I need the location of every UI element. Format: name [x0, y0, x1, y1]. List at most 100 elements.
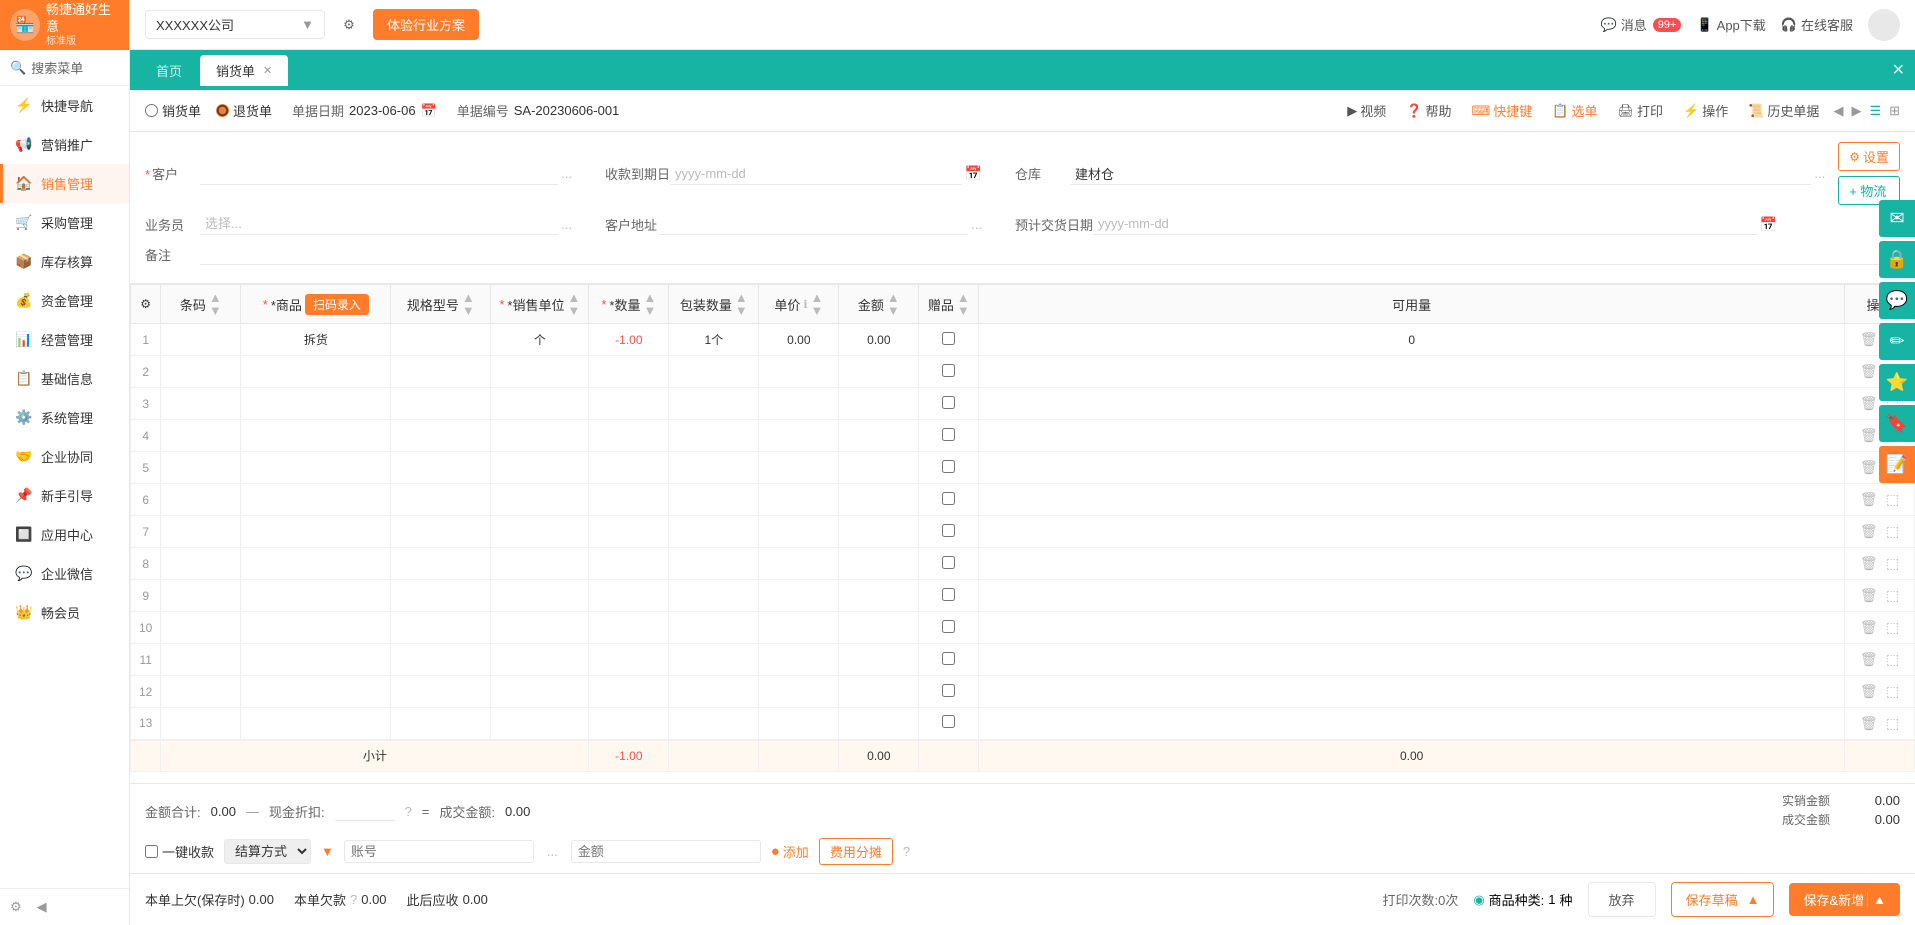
radio-return[interactable]: 退货单 — [216, 101, 272, 120]
fee-split-btn[interactable]: 费用分摊 — [819, 838, 893, 865]
gift-checkbox[interactable] — [942, 396, 955, 409]
save-new-btn[interactable]: 保存&新增 ▲ — [1789, 883, 1900, 916]
float-bookmark-btn[interactable]: 🔖 — [1879, 405, 1915, 442]
sidebar-item-system[interactable]: ⚙️ 系统管理 — [0, 398, 129, 437]
copy-row-icon[interactable]: ⬚ — [1886, 619, 1899, 635]
delete-row-icon[interactable]: 🗑 — [1860, 683, 1878, 699]
sidebar-collapse-icon[interactable]: ◀ — [37, 899, 47, 915]
expected-delivery-input[interactable] — [1093, 213, 1757, 235]
view-list-icon[interactable]: ☰ — [1869, 103, 1881, 119]
th-amount[interactable]: 金额▲▼ — [839, 285, 919, 324]
sidebar-settings-icon[interactable]: ⚙ — [10, 899, 22, 915]
delete-row-icon[interactable]: 🗑 — [1860, 651, 1878, 667]
abandon-btn[interactable]: 放弃 — [1588, 882, 1656, 917]
calc-method-select[interactable]: 结算方式 — [224, 839, 311, 864]
settings-action-btn[interactable]: ⚙ 设置 — [1838, 142, 1900, 171]
sidebar-item-marketing[interactable]: 📢 营销推广 — [0, 125, 129, 164]
due-date-input[interactable] — [670, 163, 962, 185]
tab-close-icon[interactable]: ✕ — [263, 64, 272, 77]
th-qty[interactable]: **数量▲▼ — [589, 285, 669, 324]
copy-row-icon[interactable]: ⬚ — [1886, 587, 1899, 603]
gift-checkbox[interactable] — [942, 556, 955, 569]
app-download-btn[interactable]: 📱 App下载 — [1696, 15, 1765, 34]
float-chat-btn[interactable]: 💬 — [1879, 282, 1915, 319]
th-barcode[interactable]: 条码▲▼ — [161, 285, 241, 324]
delete-row-icon[interactable]: 🗑 — [1860, 363, 1878, 379]
th-unit[interactable]: **销售单位▲▼ — [491, 285, 589, 324]
company-selector[interactable]: XXXXXX公司 ▼ — [145, 10, 325, 39]
save-draft-chevron[interactable]: ▲ — [1741, 892, 1760, 907]
calendar-icon[interactable]: 📅 — [421, 103, 437, 119]
experience-btn[interactable]: 体验行业方案 — [373, 9, 479, 40]
gift-checkbox[interactable] — [942, 364, 955, 377]
sidebar-item-inventory[interactable]: 📦 库存核算 — [0, 242, 129, 281]
th-gift[interactable]: 赠品▲▼ — [919, 285, 979, 324]
one-click-pay-checkbox[interactable]: 一键收款 — [145, 842, 214, 861]
fee-help-icon[interactable]: ? — [903, 844, 910, 859]
float-lock-btn[interactable]: 🔒 — [1879, 241, 1915, 278]
sidebar-item-basic[interactable]: 📋 基础信息 — [0, 359, 129, 398]
sidebar-item-purchase[interactable]: 🛒 采购管理 — [0, 203, 129, 242]
calc-method-chevron[interactable]: ▼ — [321, 844, 334, 859]
copy-row-icon[interactable]: ⬚ — [1886, 715, 1899, 731]
sidebar-item-member[interactable]: 👑 畅会员 — [0, 593, 129, 632]
th-settings[interactable]: ⚙ — [131, 285, 161, 324]
message-btn[interactable]: 💬 消息 99+ — [1601, 15, 1682, 34]
nav-next-icon[interactable]: ▶ — [1851, 103, 1861, 119]
sidebar-item-wechat[interactable]: 💬 企业微信 — [0, 554, 129, 593]
copy-row-icon[interactable]: ⬚ — [1886, 555, 1899, 571]
th-pkg-qty[interactable]: 包装数量▲▼ — [669, 285, 759, 324]
view-grid-icon[interactable]: ⊞ — [1889, 103, 1900, 119]
gift-checkbox[interactable] — [942, 684, 955, 697]
sidebar-item-apps[interactable]: 🔲 应用中心 — [0, 515, 129, 554]
customer-input[interactable] — [200, 163, 558, 185]
float-message-btn[interactable]: ✉ — [1879, 200, 1915, 237]
help-balance-icon[interactable]: ? — [350, 892, 357, 907]
gift-checkbox[interactable] — [942, 588, 955, 601]
tab-home[interactable]: 首页 — [140, 55, 198, 86]
sidebar-item-quick-nav[interactable]: ⚡ 快捷导航 — [0, 86, 129, 125]
gift-checkbox[interactable] — [942, 460, 955, 473]
float-edit-btn[interactable]: ✏ — [1879, 323, 1915, 360]
sidebar-item-guide[interactable]: 📌 新手引导 — [0, 476, 129, 515]
sidebar-item-sales[interactable]: 🏠 销售管理 — [0, 164, 129, 203]
toolbar-help[interactable]: ❓ 帮助 — [1400, 98, 1457, 123]
calc-hint-icon[interactable]: ? — [405, 804, 412, 819]
payment-amount-input[interactable] — [571, 840, 761, 863]
search-menu[interactable]: 🔍 搜索菜单 — [0, 50, 129, 86]
notes-input[interactable] — [200, 243, 1900, 265]
tab-sales-order[interactable]: 销货单 ✕ — [200, 55, 288, 86]
close-window-icon[interactable]: ✕ — [1892, 60, 1905, 80]
account-input[interactable] — [344, 840, 534, 863]
gift-checkbox[interactable] — [942, 332, 955, 345]
delete-row-icon[interactable]: 🗑 — [1860, 587, 1878, 603]
delete-row-icon[interactable]: 🗑 — [1860, 459, 1878, 475]
gift-checkbox[interactable] — [942, 492, 955, 505]
customer-dots[interactable]: ... — [558, 166, 575, 181]
salesperson-dots[interactable]: ... — [558, 217, 575, 232]
nav-prev-icon[interactable]: ◀ — [1833, 103, 1843, 119]
toolbar-video[interactable]: ▶ 视频 — [1341, 98, 1392, 123]
delete-row-icon[interactable]: 🗑 — [1860, 715, 1878, 731]
delete-row-icon[interactable]: 🗑 — [1860, 619, 1878, 635]
delete-row-icon[interactable]: 🗑 — [1860, 491, 1878, 507]
save-new-chevron[interactable]: ▲ — [1867, 892, 1886, 907]
sidebar-item-operation[interactable]: 📊 经营管理 — [0, 320, 129, 359]
gift-checkbox[interactable] — [942, 524, 955, 537]
float-orange-btn[interactable]: 📝 — [1879, 446, 1915, 483]
online-service-btn[interactable]: 🎧 在线客服 — [1781, 15, 1853, 34]
radio-sales[interactable]: 销货单 — [145, 101, 201, 120]
th-spec[interactable]: 规格型号▲▼ — [391, 285, 491, 324]
toolbar-print[interactable]: 🖨 打印 — [1612, 98, 1670, 123]
copy-row-icon[interactable]: ⬚ — [1886, 491, 1899, 507]
th-unit-price[interactable]: 单价ℹ▲▼ — [759, 285, 839, 324]
toolbar-select[interactable]: 📋 选单 — [1546, 98, 1603, 123]
cash-discount-input[interactable] — [335, 801, 395, 821]
delete-row-icon[interactable]: 🗑 — [1860, 427, 1878, 443]
gift-checkbox[interactable] — [942, 620, 955, 633]
account-dots[interactable]: ... — [544, 844, 561, 859]
due-date-calendar-icon[interactable]: 📅 — [962, 165, 985, 182]
delete-row-icon[interactable]: 🗑 — [1860, 523, 1878, 539]
add-payment-btn[interactable]: ● 添加 — [771, 842, 809, 861]
gift-checkbox[interactable] — [942, 715, 955, 728]
